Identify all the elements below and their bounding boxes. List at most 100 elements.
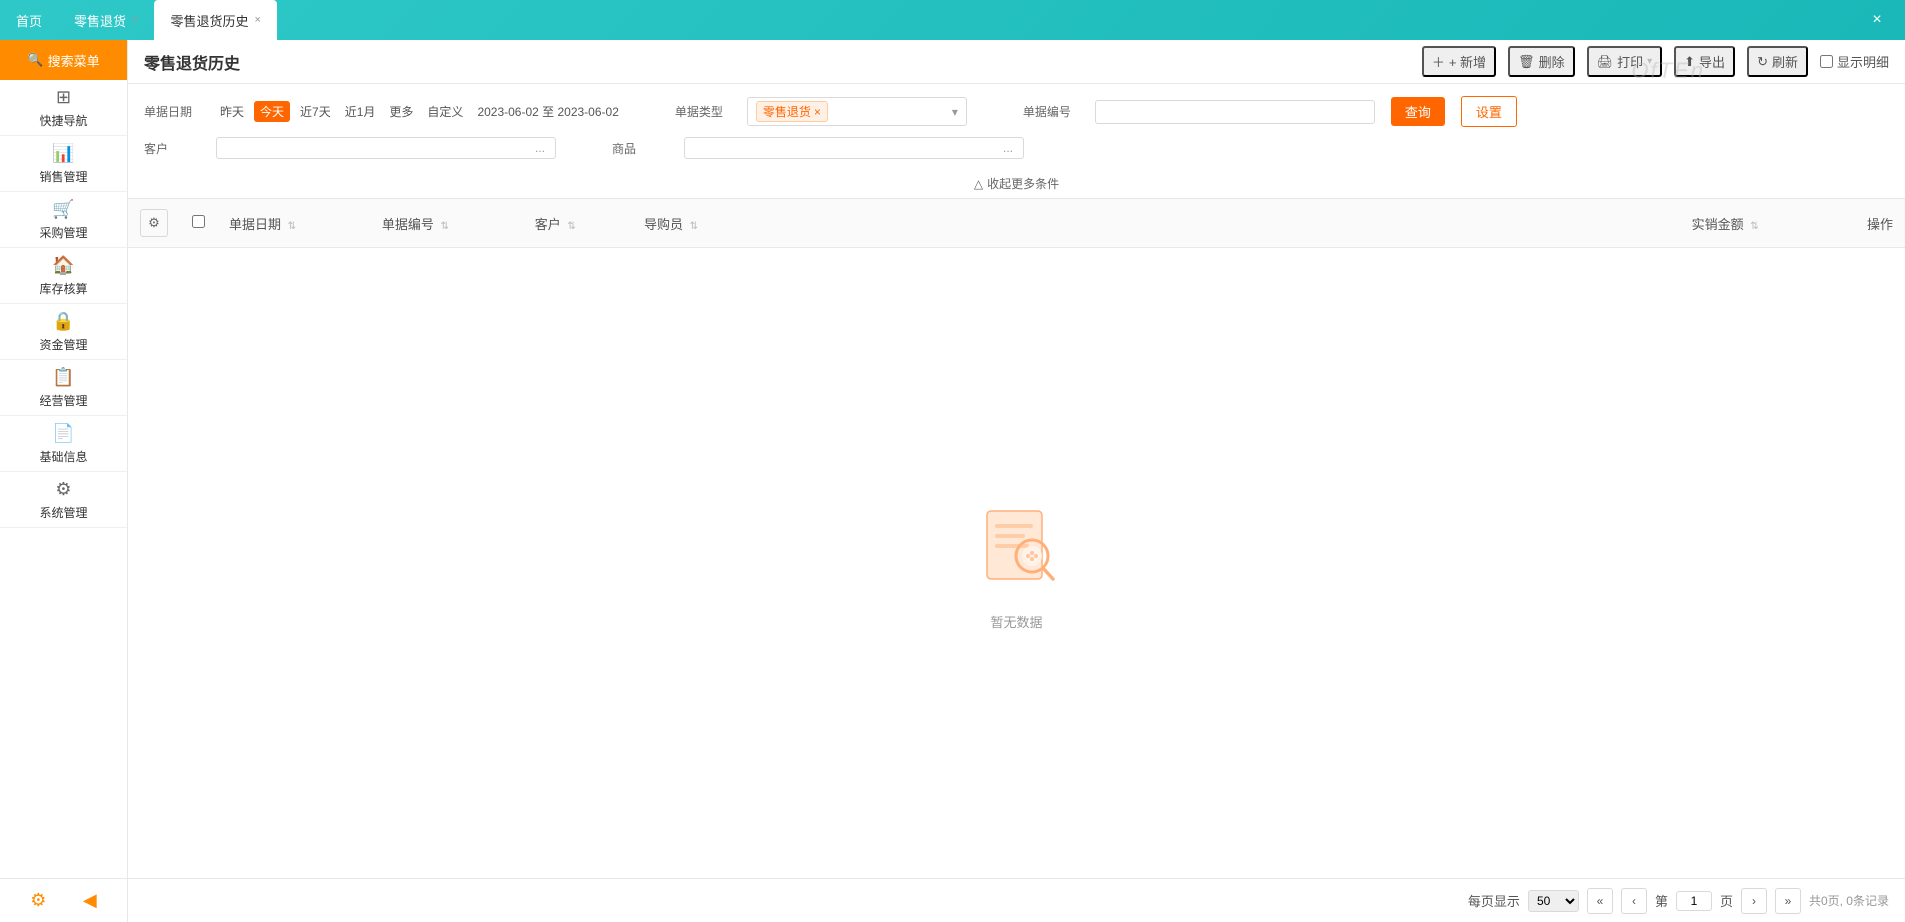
collapse-bar[interactable]: △ 收起更多条件	[144, 169, 1889, 198]
th-amount-label: 实销金额	[1692, 217, 1744, 232]
sidebar-item-inventory[interactable]: 🏠 库存核算	[0, 248, 127, 304]
tab-retail-return-history[interactable]: 零售退货历史 ×	[154, 0, 276, 40]
customer-ellipsis-icon: ...	[535, 141, 545, 155]
sidebar-item-label-system: 系统管理	[39, 504, 87, 521]
customer-label: 客户	[144, 140, 200, 157]
voucher-number-input[interactable]	[1095, 100, 1375, 124]
tab-retail-return-close[interactable]: ×	[132, 14, 138, 26]
display-detail-label: 显示明细	[1837, 52, 1889, 71]
delete-button[interactable]: 🗑 删除	[1508, 46, 1575, 77]
pagination-info: 共0页, 0条记录	[1809, 892, 1889, 909]
date-opt-yesterday[interactable]: 昨天	[216, 102, 248, 121]
display-detail-input[interactable]	[1820, 55, 1833, 68]
tab-retail-return[interactable]: 零售退货 ×	[58, 0, 154, 40]
th-amount-sort-icon: ⇅	[1750, 221, 1758, 232]
voucher-type-tag-close[interactable]: ×	[814, 105, 821, 119]
sidebar-item-quick-nav[interactable]: ⊞ 快捷导航	[0, 80, 127, 136]
date-opt-custom[interactable]: 自定义	[423, 102, 467, 121]
print-button[interactable]: 🖨 打印 ▾	[1587, 46, 1663, 77]
date-opt-7days[interactable]: 近7天	[296, 102, 335, 121]
purchase-icon: 🛒	[52, 199, 74, 220]
th-guide[interactable]: 导购员 ⇅	[632, 199, 763, 248]
window-close-button[interactable]: ×	[1861, 4, 1893, 36]
date-opt-1month[interactable]: 近1月	[341, 102, 380, 121]
tab-retail-return-label: 零售退货	[74, 11, 126, 30]
finance-icon: 🔒	[52, 311, 74, 332]
collapse-icon: △	[974, 177, 983, 191]
th-guide-label: 导购员	[644, 217, 683, 232]
first-page-button[interactable]: «	[1587, 888, 1613, 914]
next-page-button[interactable]: ›	[1741, 888, 1767, 914]
page-label: 第	[1655, 891, 1668, 910]
customer-input[interactable]: ...	[216, 137, 556, 159]
tab-retail-return-history-label: 零售退货历史	[170, 11, 248, 30]
sidebar-gear-button[interactable]: ⚙	[30, 890, 46, 911]
per-page-select[interactable]: 50 10 20 100	[1528, 890, 1579, 912]
sidebar-search-button[interactable]: 🔍 搜索菜单	[0, 40, 127, 80]
tab-retail-return-history-close[interactable]: ×	[254, 14, 260, 26]
tab-home[interactable]: 首页	[0, 0, 58, 40]
sidebar-item-label-finance: 资金管理	[39, 336, 87, 353]
export-icon: ⬆	[1684, 54, 1695, 70]
th-settings[interactable]: ⚙	[128, 199, 180, 248]
th-number[interactable]: 单据编号 ⇅	[370, 199, 523, 248]
th-date[interactable]: 单据日期 ⇅	[217, 199, 370, 248]
voucher-type-select[interactable]: 零售退货 × ▾	[747, 97, 967, 126]
sidebar-item-sales[interactable]: 📊 销售管理	[0, 136, 127, 192]
top-bar: 首页 零售退货 × 零售退货历史 × ×	[0, 0, 1905, 40]
date-opt-today[interactable]: 今天	[254, 101, 290, 122]
settings-button[interactable]: 设置	[1461, 96, 1517, 127]
select-all-checkbox[interactable]	[192, 215, 205, 228]
page-number-input[interactable]	[1676, 891, 1712, 911]
table-settings-button[interactable]: ⚙	[140, 209, 168, 237]
goods-input[interactable]: ...	[684, 137, 1024, 159]
date-options: 昨天 今天 近7天 近1月 更多 自定义 2023-06-02 至 2023-0…	[216, 101, 619, 122]
sidebar: 🔍 搜索菜单 ⊞ 快捷导航 📊 销售管理 🛒 采购管理 🏠 库存核算 🔒	[0, 40, 128, 922]
sidebar-search-label: 搜索菜单	[48, 51, 100, 70]
sidebar-item-label-quick-nav: 快捷导航	[39, 112, 87, 129]
goods-ellipsis-icon: ...	[1003, 141, 1013, 155]
th-checkbox[interactable]	[180, 199, 217, 248]
collapse-label: 收起更多条件	[987, 175, 1059, 192]
th-amount[interactable]: 实销金额 ⇅	[763, 199, 1771, 248]
export-button[interactable]: ⬆ 导出	[1674, 46, 1735, 77]
sidebar-item-finance[interactable]: 🔒 资金管理	[0, 304, 127, 360]
th-customer[interactable]: 客户 ⇅	[523, 199, 632, 248]
pagination: 每页显示 50 10 20 100 « ‹ 第 页 › » 共0页, 0条记录	[128, 878, 1905, 922]
th-number-sort-icon: ⇅	[441, 221, 449, 232]
sidebar-nav: ⊞ 快捷导航 📊 销售管理 🛒 采购管理 🏠 库存核算 🔒 资金管理 📋	[0, 80, 127, 878]
quick-nav-icon: ⊞	[56, 87, 71, 108]
sidebar-collapse-button[interactable]: ◀	[83, 890, 97, 911]
system-icon: ⚙	[55, 479, 71, 500]
last-page-button[interactable]: »	[1775, 888, 1801, 914]
sidebar-item-base-info[interactable]: 📄 基础信息	[0, 416, 127, 472]
page-unit: 页	[1720, 891, 1733, 910]
main-content: 零售退货历史 ＋ + 新增 🗑 删除 🖨 打印 ▾ ⬆ 导出	[128, 40, 1905, 922]
date-opt-more[interactable]: 更多	[385, 102, 417, 121]
page-header: 零售退货历史 ＋ + 新增 🗑 删除 🖨 打印 ▾ ⬆ 导出	[128, 40, 1905, 84]
main-layout: 🔍 搜索菜单 ⊞ 快捷导航 📊 销售管理 🛒 采购管理 🏠 库存核算 🔒	[0, 40, 1905, 922]
display-detail-checkbox[interactable]: 显示明细	[1820, 52, 1889, 71]
new-icon: ＋	[1432, 52, 1445, 71]
per-page-label: 每页显示	[1468, 891, 1520, 910]
th-customer-sort-icon: ⇅	[567, 221, 575, 232]
filter-area: 单据日期 昨天 今天 近7天 近1月 更多 自定义 2023-06-02 至 2…	[128, 84, 1905, 199]
sidebar-item-system[interactable]: ⚙ 系统管理	[0, 472, 127, 528]
sidebar-item-label-inventory: 库存核算	[39, 280, 87, 297]
empty-icon	[967, 496, 1067, 596]
sidebar-item-purchase[interactable]: 🛒 采购管理	[0, 192, 127, 248]
new-button[interactable]: ＋ + 新增	[1422, 46, 1496, 77]
empty-text: 暂无数据	[990, 612, 1042, 631]
query-button[interactable]: 查询	[1391, 97, 1445, 126]
voucher-type-tag: 零售退货 ×	[756, 101, 828, 122]
table-area: ⚙ 单据日期 ⇅ 单据编号 ⇅	[128, 199, 1905, 922]
filter-row-2: 客户 ... 商品 ...	[144, 137, 1889, 159]
sidebar-item-operations[interactable]: 📋 经营管理	[0, 360, 127, 416]
prev-page-button[interactable]: ‹	[1621, 888, 1647, 914]
empty-state: 暂无数据	[128, 248, 1905, 878]
th-date-label: 单据日期	[229, 217, 281, 232]
th-guide-sort-icon: ⇅	[690, 221, 698, 232]
delete-icon: 🗑	[1518, 54, 1535, 70]
page-title: 零售退货历史	[144, 50, 1422, 74]
refresh-button[interactable]: ↻ 刷新	[1747, 46, 1808, 77]
